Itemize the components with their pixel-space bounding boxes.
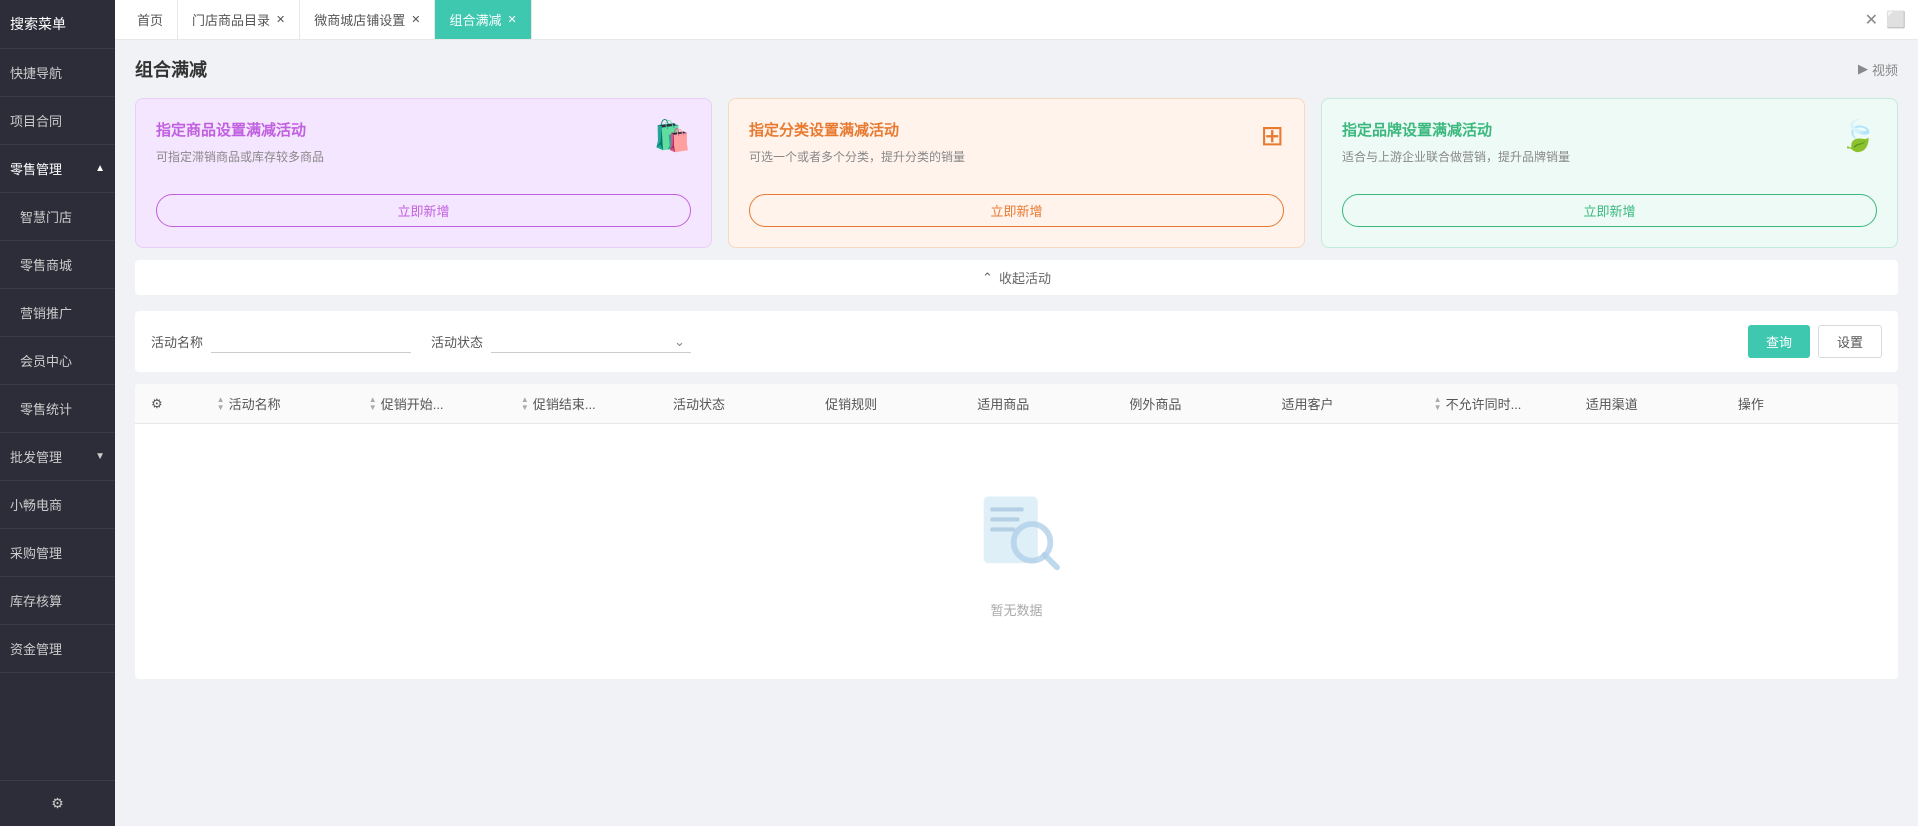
sidebar-settings-button[interactable]: ⚙ xyxy=(0,780,115,826)
sidebar: 搜索菜单 快捷导航 项目合同 零售管理 ▲ 智慧门店 零售商城 营销推广 会员中… xyxy=(0,0,115,826)
sort-arrows-no-concurrent[interactable]: ▲▼ xyxy=(1434,396,1442,412)
close-tab-wechat-store[interactable]: ✕ xyxy=(411,13,420,26)
settings-icon: ⚙ xyxy=(151,396,163,412)
close-window-button[interactable]: ✕ xyxy=(1865,10,1878,30)
filter-buttons: 查询 设置 xyxy=(1748,325,1882,358)
sidebar-item-purchase-mgmt[interactable]: 采购管理 xyxy=(0,529,115,577)
brand-card-icon: 🍃 xyxy=(1840,119,1877,154)
collapse-label: 收起活动 xyxy=(999,268,1051,287)
product-card-icon: 🛍️ xyxy=(654,119,691,154)
col-no-concurrent: ▲▼ 不允许同时... xyxy=(1430,394,1582,413)
tab-combo-discount[interactable]: 组合满减 ✕ xyxy=(435,0,531,39)
sidebar-item-retail-mall[interactable]: 零售商城 xyxy=(0,241,115,289)
play-icon: ▶ xyxy=(1858,61,1868,77)
product-card: 指定商品设置满减活动 可指定滞销商品或库存较多商品 🛍️ 立即新增 xyxy=(135,98,712,248)
tab-bar: 首页 门店商品目录 ✕ 微商城店铺设置 ✕ 组合满减 ✕ ✕ ⬜ xyxy=(115,0,1918,40)
col-operation: 操作 xyxy=(1734,394,1886,413)
query-button[interactable]: 查询 xyxy=(1748,325,1810,358)
page-header: 组合满减 ▶ 视频 xyxy=(135,56,1898,82)
main-area: 首页 门店商品目录 ✕ 微商城店铺设置 ✕ 组合满减 ✕ ✕ ⬜ 组合满减 xyxy=(115,0,1918,826)
filter-row: 活动名称 活动状态 进行中 已结束 未开始 查询 设置 xyxy=(135,311,1898,372)
sort-arrows-promo-start[interactable]: ▲▼ xyxy=(369,396,377,412)
col-exception-goods: 例外商品 xyxy=(1125,394,1277,413)
sidebar-item-member-center[interactable]: 会员中心 xyxy=(0,337,115,385)
video-link[interactable]: ▶ 视频 xyxy=(1858,60,1898,79)
empty-text: 暂无数据 xyxy=(990,600,1042,619)
brand-card-desc: 适合与上游企业联合做营销，提升品牌销量 xyxy=(1342,148,1877,165)
activity-status-select[interactable]: 进行中 已结束 未开始 xyxy=(491,331,691,353)
category-card-title: 指定分类设置满减活动 xyxy=(749,119,1284,140)
sort-arrows-activity-name[interactable]: ▲▼ xyxy=(217,396,225,412)
maximize-window-button[interactable]: ⬜ xyxy=(1886,10,1906,30)
filter-activity-status: 活动状态 进行中 已结束 未开始 xyxy=(431,331,691,353)
sidebar-item-marketing[interactable]: 营销推广 xyxy=(0,289,115,337)
empty-state: 暂无数据 xyxy=(135,424,1898,679)
table-container: ⚙ ▲▼ 活动名称 ▲▼ 促销开始... ▲▼ 促销结束... 活动状态 xyxy=(135,384,1898,679)
sidebar-item-retail-mgmt[interactable]: 零售管理 ▲ xyxy=(0,145,115,193)
content-area: 组合满减 ▶ 视频 指定商品设置满减活动 可指定滞销商品或库存较多商品 🛍️ 立… xyxy=(115,40,1918,826)
col-settings[interactable]: ⚙ xyxy=(147,396,213,412)
sidebar-item-project-contract[interactable]: 项目合同 xyxy=(0,97,115,145)
cards-row: 指定商品设置满减活动 可指定滞销商品或库存较多商品 🛍️ 立即新增 指定分类设置… xyxy=(135,98,1898,248)
brand-card: 指定品牌设置满减活动 适合与上游企业联合做营销，提升品牌销量 🍃 立即新增 xyxy=(1321,98,1898,248)
sidebar-item-wholesale-mgmt[interactable]: 批发管理 ▼ xyxy=(0,433,115,481)
col-activity-status: 活动状态 xyxy=(669,394,821,413)
tab-bar-right: ✕ ⬜ xyxy=(1865,10,1910,30)
col-applicable-customer: 适用客户 xyxy=(1278,394,1430,413)
table-header: ⚙ ▲▼ 活动名称 ▲▼ 促销开始... ▲▼ 促销结束... 活动状态 xyxy=(135,384,1898,424)
brand-card-btn[interactable]: 立即新增 xyxy=(1342,194,1877,227)
tab-bar-left: 首页 门店商品目录 ✕ 微商城店铺设置 ✕ 组合满减 ✕ xyxy=(123,0,532,39)
sidebar-search[interactable]: 搜索菜单 xyxy=(0,0,115,49)
sidebar-item-smart-store[interactable]: 智慧门店 xyxy=(0,193,115,241)
col-promo-rule: 促销规则 xyxy=(821,394,973,413)
page-title: 组合满减 xyxy=(135,56,207,82)
collapse-bar[interactable]: ⌃ 收起活动 xyxy=(135,260,1898,295)
close-tab-combo-discount[interactable]: ✕ xyxy=(508,13,517,26)
settings-button[interactable]: 设置 xyxy=(1818,325,1882,358)
empty-icon xyxy=(967,484,1067,584)
col-applicable-goods: 适用商品 xyxy=(973,394,1125,413)
activity-name-label: 活动名称 xyxy=(151,332,203,351)
col-promo-end: ▲▼ 促销结束... xyxy=(517,394,669,413)
activity-status-label: 活动状态 xyxy=(431,332,483,351)
category-card-btn[interactable]: 立即新增 xyxy=(749,194,1284,227)
filter-activity-name: 活动名称 xyxy=(151,331,411,353)
sidebar-item-xiaochang[interactable]: 小畅电商 xyxy=(0,481,115,529)
category-card: 指定分类设置满减活动 可选一个或者多个分类，提升分类的销量 ⊞ 立即新增 xyxy=(728,98,1305,248)
product-card-title: 指定商品设置满减活动 xyxy=(156,119,691,140)
col-promo-start: ▲▼ 促销开始... xyxy=(365,394,517,413)
col-applicable-channel: 适用渠道 xyxy=(1582,394,1734,413)
product-card-btn[interactable]: 立即新增 xyxy=(156,194,691,227)
collapse-icon: ⌃ xyxy=(982,270,993,286)
category-card-icon: ⊞ xyxy=(1261,119,1284,152)
close-tab-store-catalog[interactable]: ✕ xyxy=(276,13,285,26)
tab-wechat-store[interactable]: 微商城店铺设置 ✕ xyxy=(300,0,435,39)
col-activity-name: ▲▼ 活动名称 xyxy=(213,394,365,413)
chevron-down-icon: ▼ xyxy=(95,451,105,462)
category-card-desc: 可选一个或者多个分类，提升分类的销量 xyxy=(749,148,1284,165)
sidebar-item-quick-nav[interactable]: 快捷导航 xyxy=(0,49,115,97)
sort-arrows-promo-end[interactable]: ▲▼ xyxy=(521,396,529,412)
chevron-up-icon: ▲ xyxy=(95,163,105,174)
sidebar-item-inventory-calc[interactable]: 库存核算 xyxy=(0,577,115,625)
activity-name-input[interactable] xyxy=(211,331,411,353)
tab-store-catalog[interactable]: 门店商品目录 ✕ xyxy=(178,0,300,39)
brand-card-title: 指定品牌设置满减活动 xyxy=(1342,119,1877,140)
product-card-desc: 可指定滞销商品或库存较多商品 xyxy=(156,148,691,165)
activity-status-select-wrapper: 进行中 已结束 未开始 xyxy=(491,331,691,353)
tab-home[interactable]: 首页 xyxy=(123,0,178,39)
sidebar-item-retail-stats[interactable]: 零售统计 xyxy=(0,385,115,433)
sidebar-item-fund-mgmt[interactable]: 资金管理 xyxy=(0,625,115,673)
